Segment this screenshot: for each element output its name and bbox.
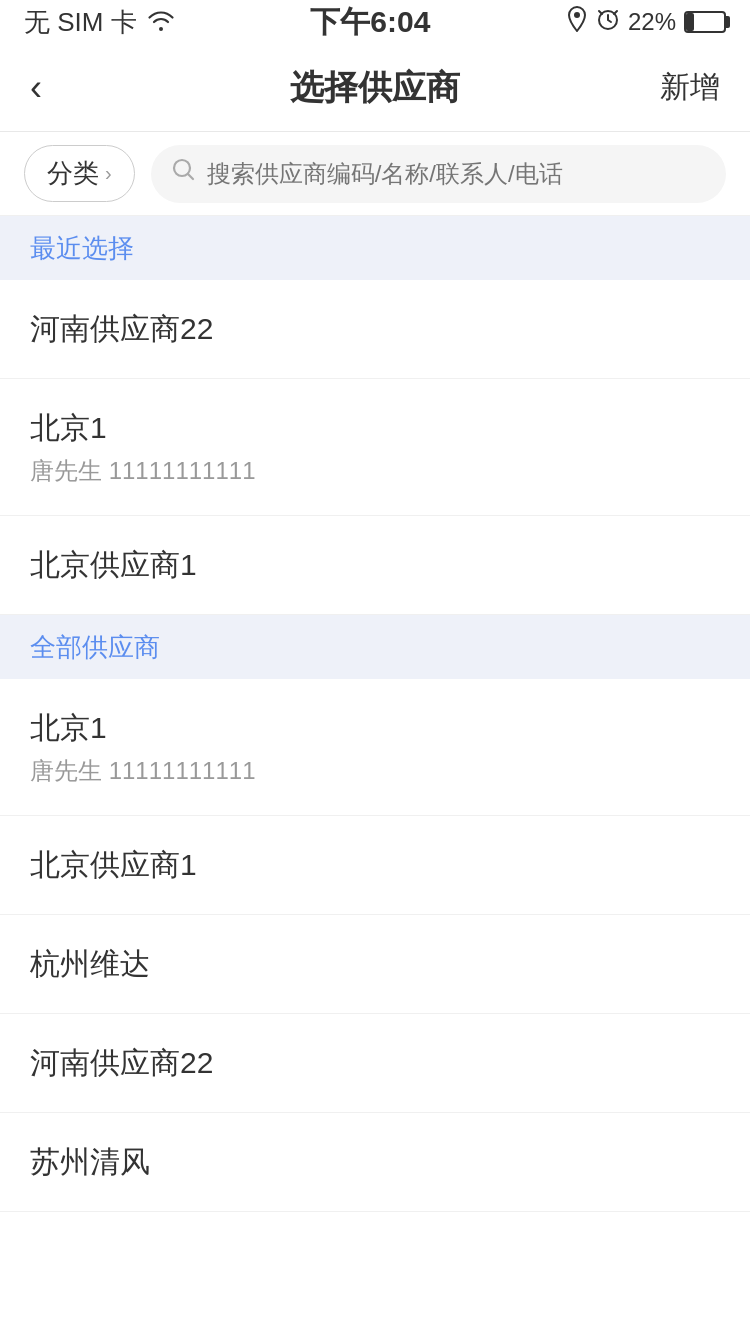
list-item[interactable]: 北京1 唐先生 11111111111: [0, 379, 750, 516]
list-item[interactable]: 苏州清风: [0, 1113, 750, 1212]
status-time: 下午6:04: [310, 2, 430, 43]
status-right: 22%: [566, 6, 726, 38]
battery-percent: 22%: [628, 8, 676, 36]
add-button[interactable]: 新增: [660, 67, 720, 108]
svg-point-0: [574, 12, 580, 18]
item-name: 北京1: [30, 407, 720, 449]
recent-items-list: 河南供应商22 北京1 唐先生 11111111111 北京供应商1: [0, 280, 750, 615]
item-sub: 唐先生 11111111111: [30, 455, 720, 487]
list-item[interactable]: 河南供应商22: [0, 280, 750, 379]
item-name: 杭州维达: [30, 943, 720, 985]
list-item[interactable]: 北京1 唐先生 11111111111: [0, 679, 750, 816]
item-name: 河南供应商22: [30, 308, 720, 350]
list-item[interactable]: 河南供应商22: [0, 1014, 750, 1113]
alarm-icon: [596, 6, 620, 38]
nav-bar: ‹ 选择供应商 新增: [0, 44, 750, 132]
category-label: 分类: [47, 156, 99, 191]
item-name: 北京供应商1: [30, 844, 720, 886]
no-sim-text: 无 SIM 卡: [24, 5, 137, 40]
chevron-right-icon: ›: [105, 162, 112, 185]
all-items-list: 北京1 唐先生 11111111111 北京供应商1 杭州维达河南供应商22 苏州清风: [0, 679, 750, 1212]
all-section-header: 全部供应商: [0, 615, 750, 679]
item-name: 苏州清风: [30, 1141, 720, 1183]
back-button[interactable]: ‹: [30, 67, 90, 109]
list-item[interactable]: 北京供应商1: [0, 516, 750, 615]
search-input[interactable]: [207, 160, 706, 188]
list-item[interactable]: 北京供应商1: [0, 816, 750, 915]
status-left: 无 SIM 卡: [24, 5, 175, 40]
list-item[interactable]: 杭州维达: [0, 915, 750, 1014]
all-section-label: 全部供应商: [30, 630, 160, 665]
item-name: 北京1: [30, 707, 720, 749]
recent-section-label: 最近选择: [30, 231, 134, 266]
status-bar: 无 SIM 卡 下午6:04 22%: [0, 0, 750, 44]
wifi-icon: [147, 7, 175, 38]
item-name: 河南供应商22: [30, 1042, 720, 1084]
page-title: 选择供应商: [90, 65, 660, 111]
item-name: 北京供应商1: [30, 544, 720, 586]
search-icon: [171, 157, 197, 190]
recent-section-header: 最近选择: [0, 216, 750, 280]
search-box: [151, 145, 726, 203]
battery-icon: [684, 11, 726, 33]
filter-bar: 分类 ›: [0, 132, 750, 216]
category-button[interactable]: 分类 ›: [24, 145, 135, 202]
location-icon: [566, 6, 588, 38]
item-sub: 唐先生 11111111111: [30, 755, 720, 787]
